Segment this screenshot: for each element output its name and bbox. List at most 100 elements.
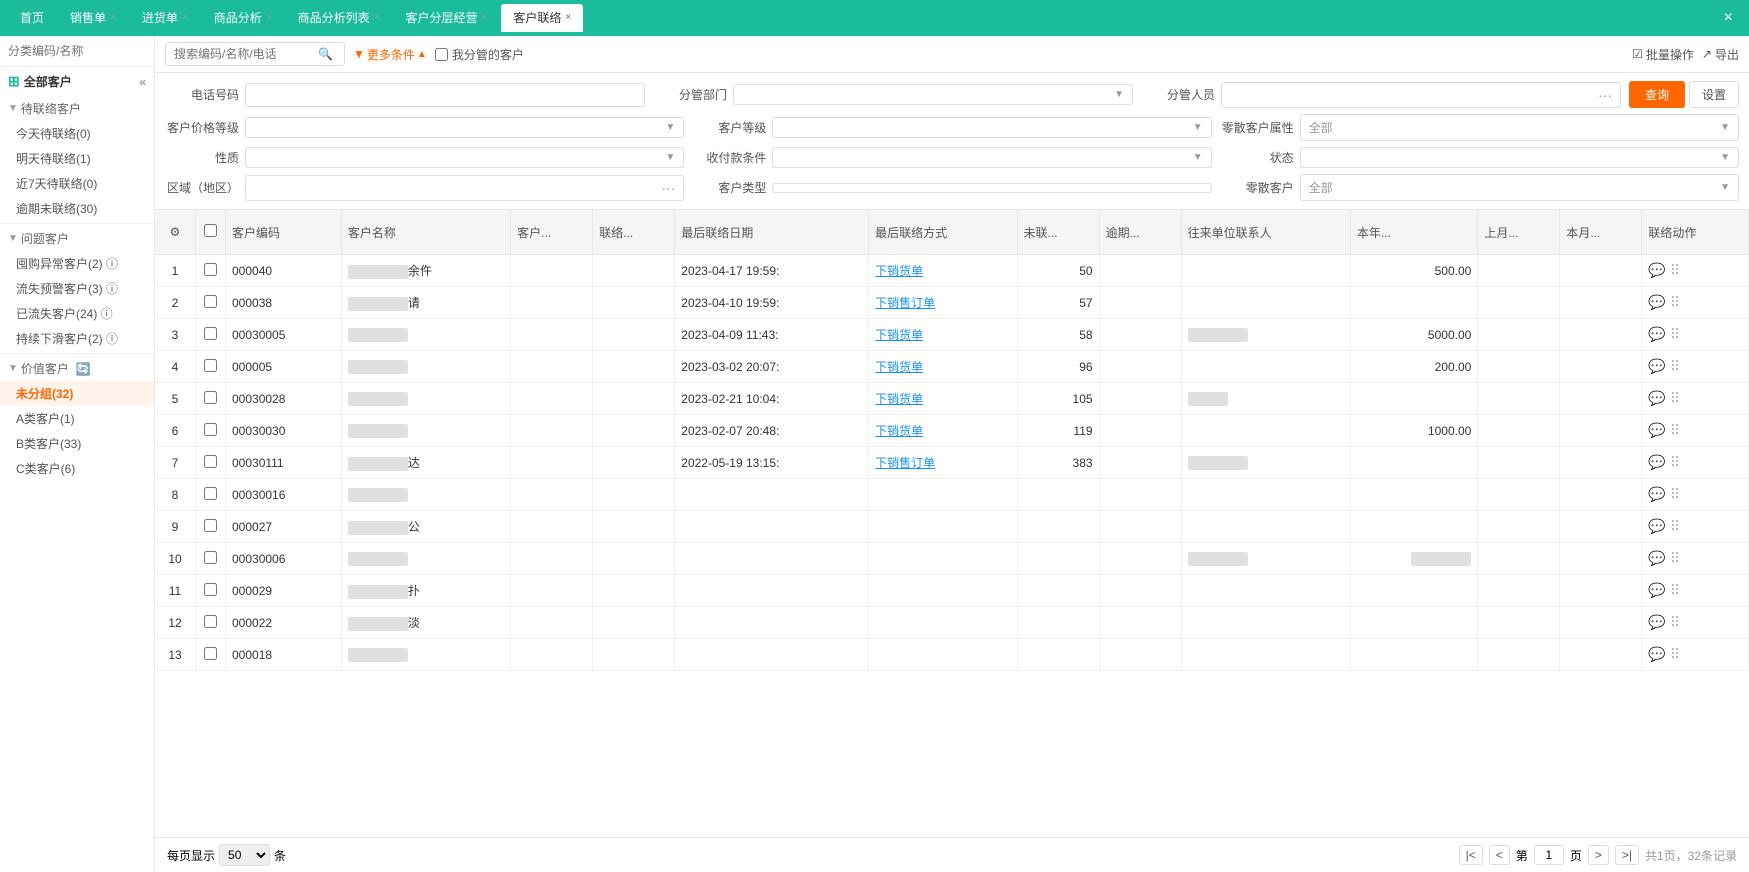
- grid-action-icon[interactable]: ⠿: [1670, 390, 1680, 407]
- contact-method-link[interactable]: 下销货单: [875, 360, 923, 374]
- zero-retail-select[interactable]: 全部 ▼: [1300, 174, 1739, 201]
- th-settings[interactable]: ⚙: [155, 210, 196, 255]
- chat-icon[interactable]: 💬: [1648, 422, 1665, 439]
- grid-action-icon[interactable]: ⠿: [1670, 454, 1680, 471]
- row-checkbox[interactable]: [204, 647, 217, 660]
- tab-purchase[interactable]: 进货单 ×: [130, 4, 200, 32]
- grid-action-icon[interactable]: ⠿: [1670, 358, 1680, 375]
- chat-icon[interactable]: 💬: [1648, 582, 1665, 599]
- close-sales-icon[interactable]: ×: [110, 4, 116, 32]
- contact-method-link[interactable]: 下销售订单: [875, 296, 935, 310]
- chat-icon[interactable]: 💬: [1648, 614, 1665, 631]
- chat-icon[interactable]: 💬: [1648, 518, 1665, 535]
- grid-action-icon[interactable]: ⠿: [1670, 422, 1680, 439]
- chat-icon[interactable]: 💬: [1648, 294, 1665, 311]
- tab-customer-segment[interactable]: 客户分层经营 ×: [393, 4, 499, 32]
- gender-select[interactable]: ▼: [245, 147, 684, 168]
- chat-icon[interactable]: 💬: [1648, 646, 1665, 663]
- row-checkbox[interactable]: [204, 263, 217, 276]
- sidebar-all-customers[interactable]: ⊞ 全部客户 «: [0, 67, 154, 96]
- prev-page-button[interactable]: <: [1489, 845, 1510, 865]
- row-checkbox[interactable]: [204, 391, 217, 404]
- chat-icon[interactable]: 💬: [1648, 390, 1665, 407]
- chat-icon[interactable]: 💬: [1648, 454, 1665, 471]
- batch-operate-button[interactable]: ☑ 批量操作: [1632, 46, 1694, 63]
- grid-action-icon[interactable]: ⠿: [1670, 486, 1680, 503]
- sidebar-item-today-pending[interactable]: 今天待联络(0): [0, 121, 154, 146]
- search-icon[interactable]: 🔍: [318, 47, 333, 61]
- row-checkbox[interactable]: [204, 615, 217, 628]
- grid-action-icon[interactable]: ⠿: [1670, 614, 1680, 631]
- sidebar-item-overdue-pending[interactable]: 逾期未联络(30): [0, 196, 154, 221]
- chat-icon[interactable]: 💬: [1648, 326, 1665, 343]
- query-button[interactable]: 查询: [1629, 81, 1685, 108]
- next-page-button[interactable]: >: [1588, 845, 1609, 865]
- tab-sales[interactable]: 销售单 ×: [58, 4, 128, 32]
- area-dots-icon[interactable]: ···: [661, 180, 675, 196]
- row-checkbox[interactable]: [204, 487, 217, 500]
- sidebar-group-pending[interactable]: ▼ 待联络客户: [0, 96, 154, 121]
- more-conditions-button[interactable]: ▼ 更多条件 ▲: [353, 46, 427, 63]
- row-checkbox[interactable]: [204, 359, 217, 372]
- manager-dots-icon[interactable]: ···: [1598, 87, 1612, 103]
- close-all-tabs-button[interactable]: ×: [1716, 9, 1741, 27]
- row-checkbox[interactable]: [204, 295, 217, 308]
- row-checkbox[interactable]: [204, 455, 217, 468]
- grid-action-icon[interactable]: ⠿: [1670, 550, 1680, 567]
- chat-icon[interactable]: 💬: [1648, 262, 1665, 279]
- my-customers-filter[interactable]: 我分管的客户: [435, 46, 524, 63]
- grid-action-icon[interactable]: ⠿: [1670, 262, 1680, 279]
- contact-method-link[interactable]: 下销售订单: [875, 456, 935, 470]
- sidebar-item-b-class[interactable]: B类客户(33): [0, 431, 154, 456]
- sidebar-item-ungroup[interactable]: 未分组(32): [0, 381, 154, 406]
- select-all-checkbox[interactable]: [204, 224, 217, 237]
- per-page-select[interactable]: 50 100 200: [219, 844, 270, 866]
- chat-icon[interactable]: 💬: [1648, 358, 1665, 375]
- payment-select[interactable]: ▼: [772, 147, 1211, 168]
- close-purchase-icon[interactable]: ×: [182, 4, 188, 32]
- grid-action-icon[interactable]: ⠿: [1670, 518, 1680, 535]
- customer-type-select[interactable]: [772, 183, 1211, 193]
- sidebar-item-churn-warning[interactable]: 流失预警客户(3) ⓘ: [0, 276, 154, 301]
- grid-action-icon[interactable]: ⠿: [1670, 582, 1680, 599]
- area-select[interactable]: ···: [245, 175, 684, 201]
- chat-icon[interactable]: 💬: [1648, 486, 1665, 503]
- row-checkbox[interactable]: [204, 551, 217, 564]
- close-customer-contact-icon[interactable]: ×: [565, 4, 571, 32]
- sidebar-group-problem[interactable]: ▼ 问题客户: [0, 226, 154, 251]
- close-customer-segment-icon[interactable]: ×: [481, 4, 487, 32]
- price-level-select[interactable]: ▼: [245, 117, 684, 138]
- row-checkbox[interactable]: [204, 583, 217, 596]
- manager-select[interactable]: ···: [1221, 82, 1621, 108]
- sidebar-group-value[interactable]: ▼ 价值客户 🔄: [0, 356, 154, 381]
- tab-product-analysis-list[interactable]: 商品分析列表 ×: [286, 4, 392, 32]
- sidebar-item-declining[interactable]: 持续下滑客户(2) ⓘ: [0, 326, 154, 351]
- close-product-analysis-list-icon[interactable]: ×: [374, 4, 380, 32]
- sidebar-item-tomorrow-pending[interactable]: 明天待联络(1): [0, 146, 154, 171]
- close-product-analysis-icon[interactable]: ×: [266, 4, 272, 32]
- sidebar-item-c-class[interactable]: C类客户(6): [0, 456, 154, 481]
- row-checkbox[interactable]: [204, 423, 217, 436]
- contact-method-link[interactable]: 下销货单: [875, 328, 923, 342]
- chat-icon[interactable]: 💬: [1648, 550, 1665, 567]
- tab-customer-contact[interactable]: 客户联络 ×: [501, 4, 583, 32]
- reset-button[interactable]: 设置: [1689, 81, 1739, 108]
- contact-method-link[interactable]: 下销货单: [875, 424, 923, 438]
- grid-action-icon[interactable]: ⠿: [1670, 326, 1680, 343]
- tab-product-analysis[interactable]: 商品分析 ×: [202, 4, 284, 32]
- contact-method-link[interactable]: 下销货单: [875, 264, 923, 278]
- page-number-input[interactable]: [1534, 845, 1564, 865]
- sidebar-search-input[interactable]: [8, 44, 155, 58]
- last-page-button[interactable]: >|: [1615, 845, 1639, 865]
- sidebar-item-churned[interactable]: 已流失客户(24) ⓘ: [0, 301, 154, 326]
- search-input[interactable]: [174, 47, 314, 61]
- export-button[interactable]: ↗ 导出: [1702, 46, 1739, 63]
- status-select[interactable]: ▼: [1300, 147, 1739, 168]
- sidebar-item-7days-pending[interactable]: 近7天待联络(0): [0, 171, 154, 196]
- my-customers-checkbox[interactable]: [435, 48, 448, 61]
- customer-level-select[interactable]: ▼: [772, 117, 1211, 138]
- settings-icon[interactable]: ⚙: [161, 218, 189, 246]
- th-checkbox[interactable]: [196, 210, 226, 255]
- dept-select[interactable]: ▼: [733, 84, 1133, 105]
- sidebar-item-a-class[interactable]: A类客户(1): [0, 406, 154, 431]
